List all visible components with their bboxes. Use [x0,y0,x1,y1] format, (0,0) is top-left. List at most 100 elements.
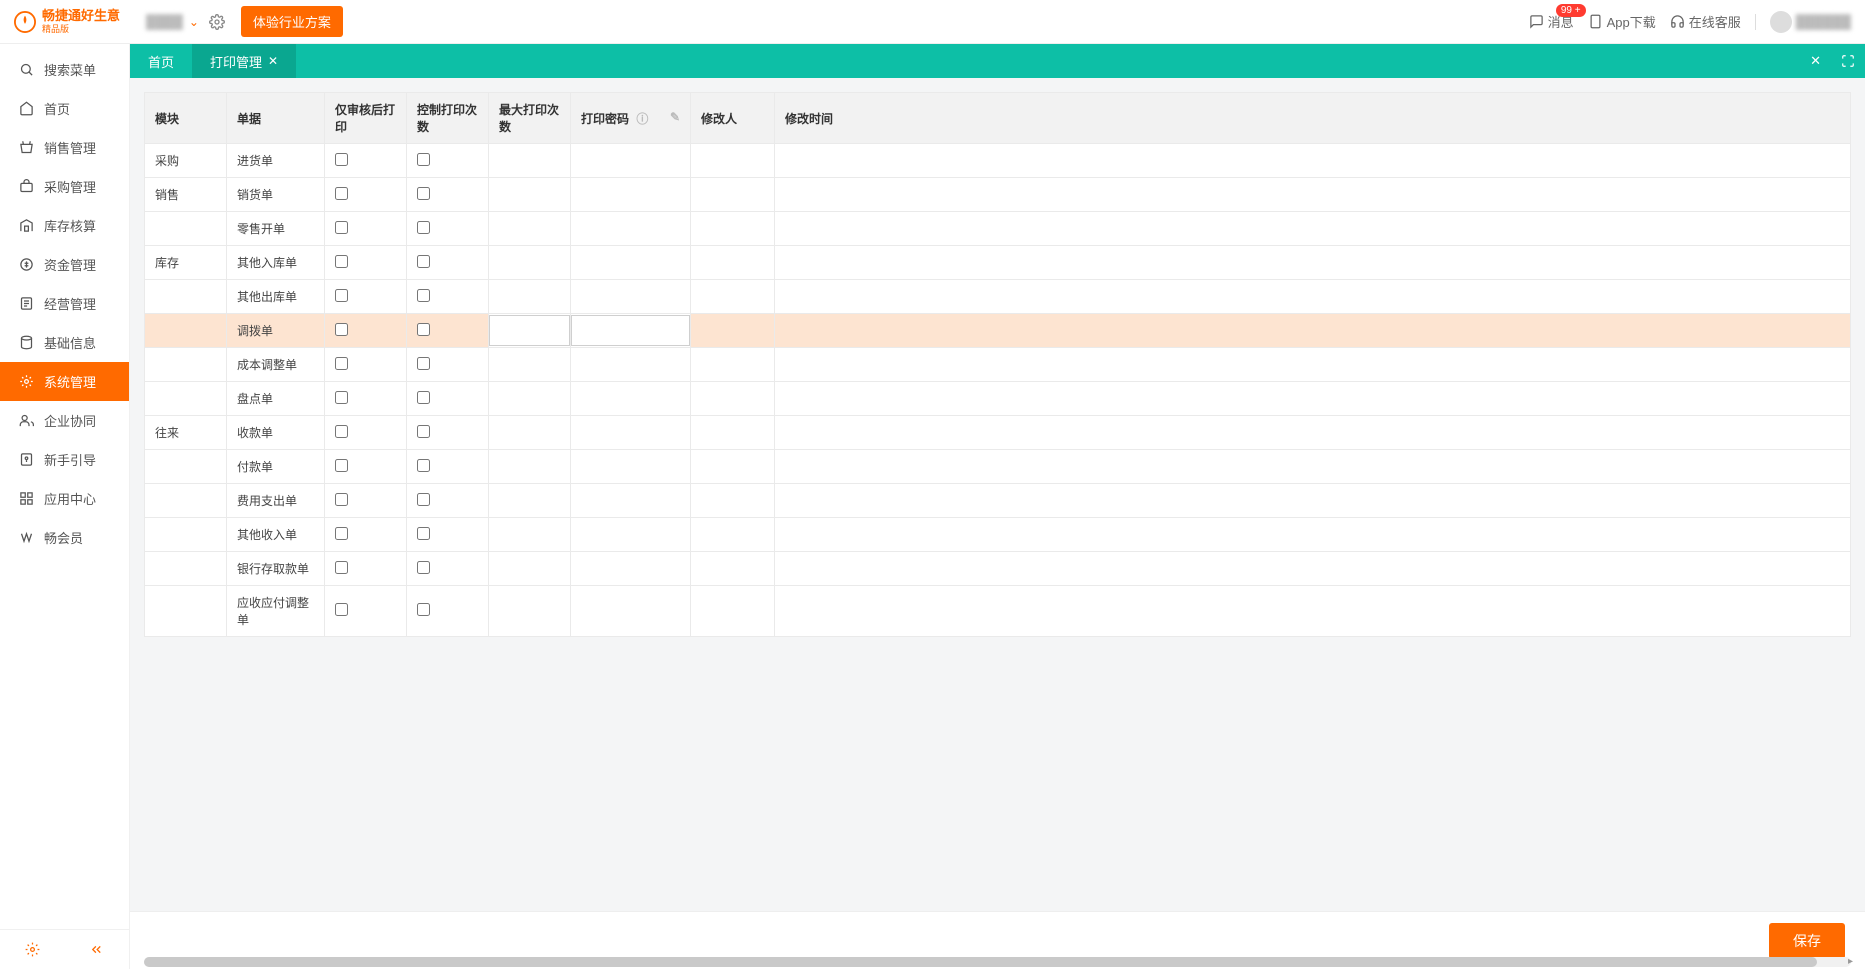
cell-pwd [571,450,691,484]
sidebar-item-label: 系统管理 [44,372,96,391]
cell-time [775,416,1851,450]
ctrl-checkbox[interactable] [417,527,430,540]
ctrl-checkbox[interactable] [417,187,430,200]
cell-module [145,518,227,552]
sidebar-item-guide[interactable]: 新手引导 [0,440,129,479]
cell-editor [691,382,775,416]
cell-pwd [571,382,691,416]
sidebar-settings-icon[interactable] [25,942,40,957]
tab-home[interactable]: 首页 [130,44,192,78]
cell-ctrl [407,348,489,382]
audit-checkbox[interactable] [335,323,348,336]
ctrl-checkbox[interactable] [417,289,430,302]
cell-max [489,144,571,178]
trial-button[interactable]: 体验行业方案 [241,6,343,37]
ctrl-checkbox[interactable] [417,357,430,370]
fullscreen-icon[interactable] [1831,44,1865,78]
cell-module: 采购 [145,144,227,178]
print-password-input[interactable] [571,315,690,346]
sidebar-item-team[interactable]: 企业协同 [0,401,129,440]
sidebar-collapse-icon[interactable] [89,942,104,957]
sidebar-item-label: 基础信息 [44,333,96,352]
ctrl-checkbox[interactable] [417,561,430,574]
support-link[interactable]: 在线客服 [1670,12,1741,31]
cell-doc: 销货单 [227,178,325,212]
cell-doc: 调拨单 [227,314,325,348]
sidebar-item-label: 搜索菜单 [44,60,96,79]
db-icon [18,335,34,351]
audit-checkbox[interactable] [335,187,348,200]
sidebar-item-vip[interactable]: 畅会员 [0,518,129,557]
edit-icon[interactable]: ✎ [670,110,680,124]
scroll-right-icon[interactable]: ▸ [1848,956,1853,967]
audit-checkbox[interactable] [335,391,348,404]
ctrl-checkbox[interactable] [417,153,430,166]
cell-ctrl [407,382,489,416]
sidebar-item-home[interactable]: 首页 [0,89,129,128]
company-selector[interactable]: ████ ⌄ [146,14,199,29]
audit-checkbox[interactable] [335,357,348,370]
table-row: 往来收款单 [145,416,1851,450]
ctrl-checkbox[interactable] [417,493,430,506]
app-download-link[interactable]: App下载 [1588,12,1656,31]
sidebar-item-report[interactable]: 经营管理 [0,284,129,323]
cell-max [489,280,571,314]
cell-pwd [571,348,691,382]
horizontal-scrollbar[interactable]: ▸ [144,957,1851,967]
audit-checkbox[interactable] [335,561,348,574]
sidebar-item-apps[interactable]: 应用中心 [0,479,129,518]
settings-icon[interactable] [209,14,225,30]
sidebar-item-gear[interactable]: 系统管理 [0,362,129,401]
user-menu[interactable]: ██████ [1770,11,1851,33]
help-icon[interactable]: ⓘ [636,112,648,126]
close-icon[interactable]: ✕ [268,54,278,68]
audit-checkbox[interactable] [335,289,348,302]
cell-module [145,382,227,416]
sidebar-item-db[interactable]: 基础信息 [0,323,129,362]
audit-checkbox[interactable] [335,425,348,438]
audit-checkbox[interactable] [335,459,348,472]
ctrl-checkbox[interactable] [417,221,430,234]
scrollbar-thumb[interactable] [144,957,1817,967]
sidebar-item-search[interactable]: 搜索菜单 [0,50,129,89]
cell-audit [325,382,407,416]
audit-checkbox[interactable] [335,603,348,616]
sidebar-item-label: 库存核算 [44,216,96,235]
ctrl-checkbox[interactable] [417,459,430,472]
ctrl-checkbox[interactable] [417,323,430,336]
audit-checkbox[interactable] [335,527,348,540]
cart-icon [18,179,34,195]
cell-time [775,484,1851,518]
cell-ctrl [407,518,489,552]
messages-link[interactable]: 消息 99 + [1529,12,1574,31]
sidebar-item-stock[interactable]: 库存核算 [0,206,129,245]
cell-ctrl [407,552,489,586]
chevron-down-icon: ⌄ [189,15,199,29]
content: 首页 打印管理 ✕ ✕ [130,44,1865,969]
logo-subtext: 精品版 [42,22,120,35]
tab-close-all-icon[interactable]: ✕ [1800,44,1831,78]
audit-checkbox[interactable] [335,221,348,234]
sidebar-item-bag[interactable]: 销售管理 [0,128,129,167]
audit-checkbox[interactable] [335,153,348,166]
cell-audit [325,484,407,518]
audit-checkbox[interactable] [335,493,348,506]
cell-pwd [571,178,691,212]
logo[interactable]: 畅捷通好生意 精品版 [14,9,126,35]
save-button[interactable]: 保存 [1769,923,1845,959]
sidebar-item-label: 资金管理 [44,255,96,274]
ctrl-checkbox[interactable] [417,255,430,268]
table-row: 费用支出单 [145,484,1851,518]
app-download-label: App下载 [1607,12,1656,31]
cell-doc: 付款单 [227,450,325,484]
sidebar-item-money[interactable]: 资金管理 [0,245,129,284]
bag-icon [18,140,34,156]
audit-checkbox[interactable] [335,255,348,268]
sidebar-item-cart[interactable]: 采购管理 [0,167,129,206]
ctrl-checkbox[interactable] [417,425,430,438]
max-print-input[interactable] [489,315,570,346]
ctrl-checkbox[interactable] [417,603,430,616]
tab-print-management[interactable]: 打印管理 ✕ [192,44,296,78]
ctrl-checkbox[interactable] [417,391,430,404]
cell-max [489,178,571,212]
